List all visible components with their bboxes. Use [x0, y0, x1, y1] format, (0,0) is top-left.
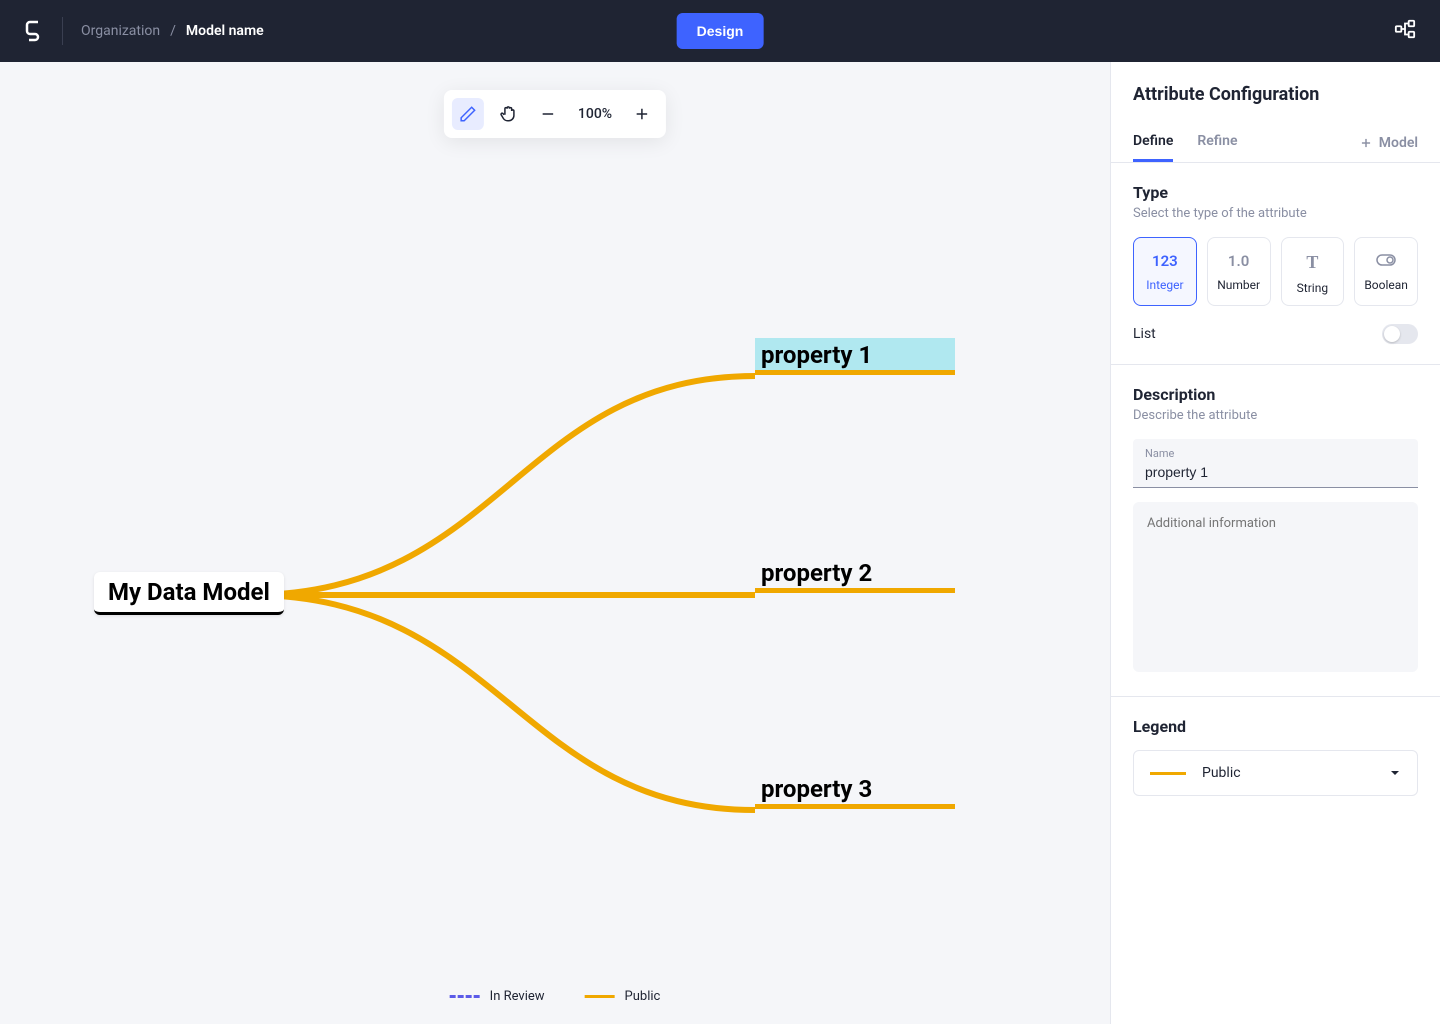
- boolean-label: Boolean: [1364, 278, 1408, 292]
- legend-select-line-icon: [1150, 772, 1186, 775]
- draw-tool-button[interactable]: [452, 98, 484, 130]
- legend-in-review: In Review: [450, 989, 545, 1004]
- tabs: Define Refine Model: [1111, 115, 1440, 163]
- zoom-level: 100%: [572, 106, 618, 122]
- zoom-in-button[interactable]: [626, 98, 658, 130]
- header-actions: [1394, 18, 1416, 44]
- breadcrumb-model[interactable]: Model name: [186, 23, 264, 39]
- tab-refine[interactable]: Refine: [1197, 123, 1237, 162]
- list-label: List: [1133, 326, 1156, 342]
- name-input[interactable]: [1145, 464, 1406, 480]
- property-node-1[interactable]: property 1: [755, 338, 955, 375]
- legend-title: Legend: [1133, 717, 1418, 736]
- zoom-out-button[interactable]: [532, 98, 564, 130]
- number-icon: 1.0: [1228, 252, 1249, 270]
- description-title: Description: [1133, 385, 1418, 404]
- app-logo: [24, 19, 44, 43]
- connections: [0, 62, 1110, 1024]
- list-toggle[interactable]: [1382, 324, 1418, 344]
- header-divider: [62, 17, 63, 45]
- add-model-label: Model: [1379, 135, 1418, 151]
- legend-in-review-label: In Review: [490, 989, 545, 1004]
- graph-view-icon[interactable]: [1394, 25, 1416, 44]
- description-subtitle: Describe the attribute: [1133, 408, 1418, 423]
- canvas-toolbar: 100%: [444, 90, 666, 138]
- add-model-button[interactable]: Model: [1359, 135, 1418, 151]
- sidebar: Attribute Configuration Define Refine Mo…: [1110, 62, 1440, 1024]
- property-node-2[interactable]: property 2: [755, 556, 955, 593]
- additional-info-textarea[interactable]: [1133, 502, 1418, 672]
- breadcrumb: Organization / Model name: [81, 23, 264, 39]
- legend-select-value: Public: [1202, 765, 1373, 781]
- number-label: Number: [1217, 278, 1260, 292]
- chevron-down-icon: [1389, 767, 1401, 779]
- type-option-number[interactable]: 1.0 Number: [1207, 237, 1271, 306]
- legend-select[interactable]: Public: [1133, 750, 1418, 796]
- root-node[interactable]: My Data Model: [94, 572, 284, 615]
- pan-tool-button[interactable]: [492, 98, 524, 130]
- integer-label: Integer: [1146, 278, 1183, 292]
- sidebar-title: Attribute Configuration: [1111, 62, 1440, 115]
- legend-public-label: Public: [625, 989, 661, 1004]
- legend-line-review-icon: [450, 995, 480, 998]
- string-label: String: [1297, 281, 1328, 295]
- breadcrumb-separator: /: [170, 23, 176, 39]
- type-subtitle: Select the type of the attribute: [1133, 206, 1418, 221]
- type-option-string[interactable]: T String: [1281, 237, 1345, 306]
- description-section: Description Describe the attribute Name: [1111, 365, 1440, 697]
- type-option-boolean[interactable]: Boolean: [1354, 237, 1418, 306]
- type-title: Type: [1133, 183, 1418, 202]
- boolean-icon: [1376, 252, 1396, 270]
- type-option-integer[interactable]: 123 Integer: [1133, 237, 1197, 306]
- header-center: Design: [677, 13, 764, 49]
- type-section: Type Select the type of the attribute 12…: [1111, 163, 1440, 365]
- tab-define[interactable]: Define: [1133, 123, 1173, 162]
- legend-line-public-icon: [585, 995, 615, 998]
- legend-section: Legend Public: [1111, 697, 1440, 816]
- property-node-3[interactable]: property 3: [755, 772, 955, 809]
- name-input-wrap[interactable]: Name: [1133, 439, 1418, 488]
- design-button[interactable]: Design: [677, 13, 764, 49]
- name-input-label: Name: [1145, 447, 1406, 460]
- canvas[interactable]: 100% My Data Model property 1 property 2…: [0, 62, 1110, 1024]
- integer-icon: 123: [1152, 252, 1178, 270]
- string-icon: T: [1306, 252, 1318, 273]
- app-header: Organization / Model name Design: [0, 0, 1440, 62]
- legend-public: Public: [585, 989, 661, 1004]
- canvas-legend: In Review Public: [450, 989, 661, 1004]
- breadcrumb-org[interactable]: Organization: [81, 23, 160, 39]
